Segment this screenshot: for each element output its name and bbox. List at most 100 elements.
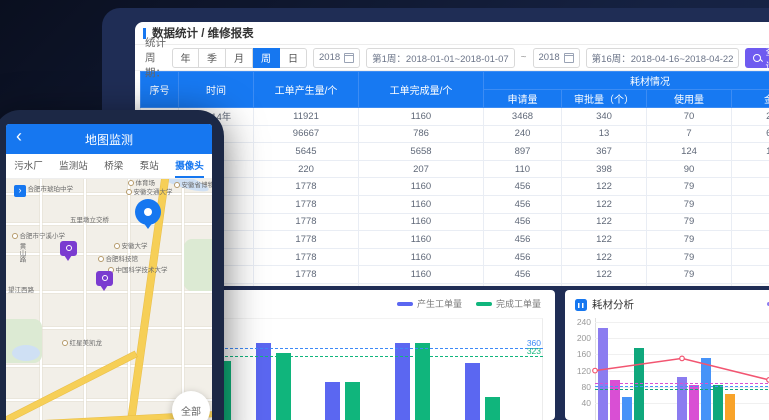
table-cell: 398 bbox=[562, 160, 647, 178]
table-cell: 1778 bbox=[254, 266, 359, 284]
start-year-value: 2018 bbox=[319, 52, 340, 63]
start-year-picker[interactable]: 2018 bbox=[313, 48, 360, 68]
camera-marker[interactable] bbox=[60, 241, 77, 256]
period-option[interactable]: 周 bbox=[253, 48, 280, 68]
table-cell: 129 bbox=[732, 143, 769, 161]
sub-column-header: 金额 bbox=[732, 90, 769, 108]
period-option[interactable]: 季 bbox=[199, 48, 226, 68]
table-row: 96667786240137690 bbox=[141, 125, 769, 143]
period-label: 统计周期： bbox=[145, 35, 166, 80]
map-label: 安徽交通大学 bbox=[126, 189, 173, 196]
table-cell: 1160 bbox=[359, 266, 484, 284]
phone-tab[interactable]: 污水厂 bbox=[14, 154, 43, 178]
map-label: 红星美凯龙 bbox=[62, 340, 102, 347]
table-row: 177811604561227967 bbox=[141, 266, 769, 284]
bar bbox=[395, 343, 410, 420]
table-cell: 67 bbox=[732, 213, 769, 231]
table-cell: 5645 bbox=[254, 143, 359, 161]
table-cell: 110 bbox=[484, 160, 562, 178]
phone-mockup: ‹ 地图监测 污水厂监测站桥梁泵站摄像头 bbox=[0, 110, 224, 420]
phone-header: ‹ 地图监测 bbox=[6, 124, 212, 154]
sub-column-header: 申请量 bbox=[484, 90, 562, 108]
map-label: 合肥市宁溪小学 bbox=[12, 233, 65, 240]
end-week-value: 第16周：2018-04-16~2018-04-22 bbox=[592, 51, 734, 65]
map-label: 望江西路 bbox=[8, 287, 34, 294]
bar bbox=[689, 385, 699, 420]
reference-line-label: 323 bbox=[527, 346, 541, 356]
table-row: 177811604561227967 bbox=[141, 231, 769, 249]
map-road bbox=[84, 179, 86, 420]
table-cell: 456 bbox=[484, 213, 562, 231]
bar bbox=[465, 363, 480, 420]
phone-screen: ‹ 地图监测 污水厂监测站桥梁泵站摄像头 bbox=[6, 124, 212, 420]
y-tick-label: 40 bbox=[565, 398, 591, 408]
table-cell: 1778 bbox=[254, 231, 359, 249]
table-cell: 122 bbox=[562, 195, 647, 213]
gridline bbox=[595, 338, 769, 339]
table-cell: 90 bbox=[647, 160, 732, 178]
reference-line bbox=[210, 348, 543, 349]
workorder-chart-legend: 产生工单量完成工单量 bbox=[397, 297, 541, 310]
bar bbox=[325, 382, 340, 420]
phone-tab[interactable]: 摄像头 bbox=[175, 154, 204, 178]
table-cell: 1778 bbox=[254, 213, 359, 231]
table-cell: 690 bbox=[732, 125, 769, 143]
bar bbox=[634, 348, 644, 420]
period-option[interactable]: 月 bbox=[226, 48, 253, 68]
legend-swatch bbox=[476, 302, 492, 306]
back-chevron-icon[interactable]: ‹ bbox=[16, 126, 22, 147]
end-year-value: 2018 bbox=[539, 52, 560, 63]
phone-tab[interactable]: 监测站 bbox=[59, 154, 88, 178]
y-tick-label: 120 bbox=[565, 366, 591, 376]
table-cell: 250 bbox=[732, 108, 769, 126]
dashboard-card: 数据统计 / 维修报表 统计周期： 年季月周日 2018 第1周：2018-01… bbox=[135, 22, 769, 286]
map-road bbox=[128, 179, 130, 420]
table-cell: 897 bbox=[484, 143, 562, 161]
end-week-picker[interactable]: 第16周：2018-04-16~2018-04-22 bbox=[586, 48, 740, 68]
table-cell: 1778 bbox=[254, 195, 359, 213]
map-label: 安徽省博物馆 bbox=[174, 182, 212, 189]
table-cell: 79 bbox=[647, 266, 732, 284]
map-all-button[interactable]: 全部 bbox=[172, 391, 210, 420]
table-cell: 456 bbox=[484, 248, 562, 266]
y-tick-label: 80 bbox=[565, 382, 591, 392]
table-cell: 7635 bbox=[254, 283, 359, 286]
consumable-chart-title-row: 耗材分析 bbox=[575, 297, 634, 312]
table-cell: 79 bbox=[647, 178, 732, 196]
camera-marker[interactable] bbox=[96, 271, 113, 286]
calendar-icon bbox=[344, 53, 354, 63]
gridline bbox=[595, 354, 769, 355]
table-cell: 7 bbox=[647, 125, 732, 143]
end-year-picker[interactable]: 2018 bbox=[533, 48, 580, 68]
bar bbox=[276, 353, 291, 420]
table-cell: 1160 bbox=[359, 178, 484, 196]
table-cell: 122 bbox=[562, 178, 647, 196]
total-row: 合计763555390433085934933 bbox=[141, 283, 769, 286]
bar bbox=[485, 397, 500, 420]
table-cell: 79 bbox=[647, 248, 732, 266]
phone-tab[interactable]: 桥梁 bbox=[104, 154, 123, 178]
selected-pin-marker[interactable] bbox=[135, 199, 161, 225]
table-cell: 122 bbox=[562, 231, 647, 249]
range-separator: ~ bbox=[521, 52, 527, 63]
map-label: 合肥科技馆 bbox=[98, 256, 138, 263]
reference-line bbox=[595, 383, 769, 384]
table-cell: 1160 bbox=[359, 213, 484, 231]
period-option[interactable]: 年 bbox=[172, 48, 199, 68]
phone-tab[interactable]: 泵站 bbox=[140, 154, 159, 178]
search-icon bbox=[753, 54, 761, 62]
table-cell: 456 bbox=[484, 195, 562, 213]
map-label: 合肥市琥珀中学 bbox=[20, 186, 73, 193]
table-cell: 4330 bbox=[484, 283, 562, 286]
column-header: 时间 bbox=[179, 72, 254, 108]
table-cell: 55390 bbox=[359, 283, 484, 286]
map-road bbox=[40, 179, 42, 420]
column-header: 工单完成量/个 bbox=[359, 72, 484, 108]
table-cell: 5658 bbox=[359, 143, 484, 161]
map-expander-button[interactable]: › bbox=[14, 185, 26, 197]
start-week-picker[interactable]: 第1周：2018-01-01~2018-01-07 bbox=[366, 48, 515, 68]
consumable-chart-title: 耗材分析 bbox=[592, 297, 634, 312]
map-view[interactable]: › 合肥市琥珀中学体育场安徽交通大学安徽省博物馆五里墩立交桥合肥市宁溪小学安徽大… bbox=[6, 179, 212, 420]
query-button[interactable]: 查询 bbox=[745, 48, 769, 68]
period-option[interactable]: 日 bbox=[280, 48, 307, 68]
